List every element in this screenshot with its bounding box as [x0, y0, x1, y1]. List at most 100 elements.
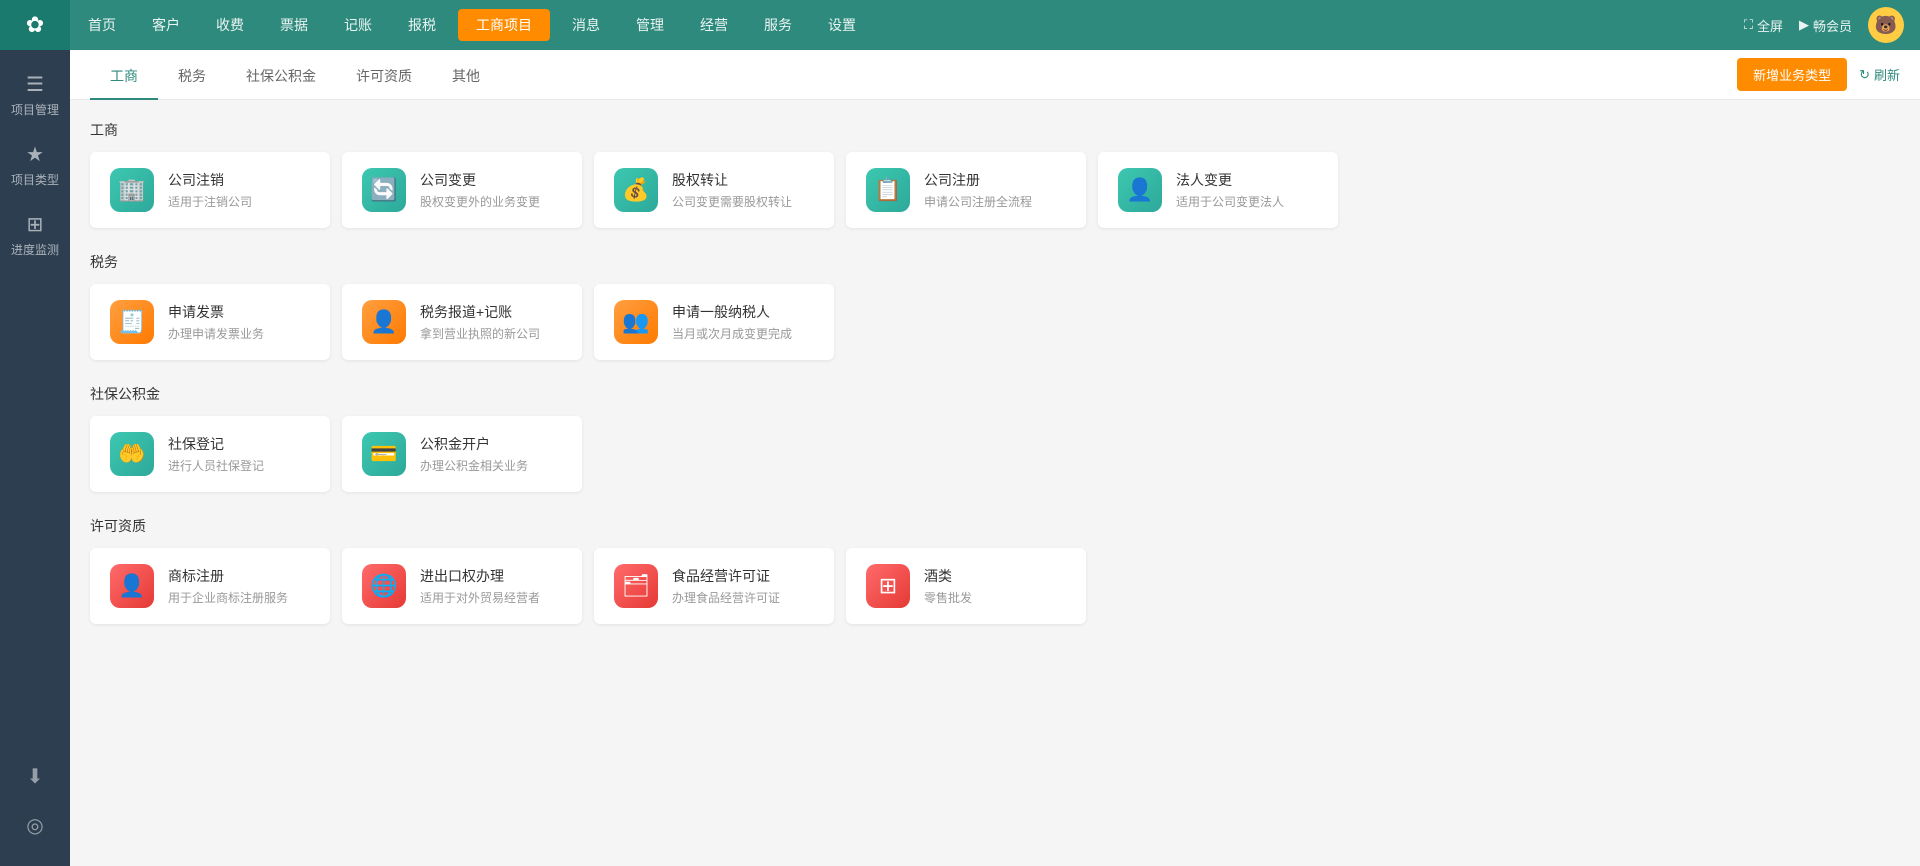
nav-item-3[interactable]: 票据 [262, 0, 326, 50]
card-text-trademark: 商标注册 用于企业商标注册服务 [168, 566, 288, 606]
card-icon-fund-account: 💳 [362, 432, 406, 476]
sidebar-item-progress[interactable]: ⊞ 进度监测 [0, 200, 70, 270]
settings-circle-icon[interactable]: ◎ [18, 805, 51, 846]
tab-xuke[interactable]: 许可资质 [336, 54, 432, 100]
nav-item-9[interactable]: 经营 [682, 0, 746, 50]
fullscreen-icon: ⛶ [1744, 17, 1753, 33]
card-text-food-license: 食品经营许可证 办理食品经营许可证 [672, 566, 780, 606]
refresh-button[interactable]: ↻ 刷新 [1859, 65, 1900, 84]
nav-item-2[interactable]: 收费 [198, 0, 262, 50]
card-desc-equity-transfer: 公司变更需要股权转让 [672, 193, 792, 210]
card-title-social-insurance: 社保登记 [168, 434, 264, 454]
card-icon-general-taxpayer: 👥 [614, 300, 658, 344]
download-icon[interactable]: ⬇ [19, 756, 52, 797]
section-shuiwu: 税务 🧾 申请发票 办理申请发票业务 👤 税务报道+记账 拿到营业执照的新 [90, 252, 1900, 360]
refresh-label: 刷新 [1874, 65, 1900, 84]
card-desc-invoice-apply: 办理申请发票业务 [168, 325, 264, 342]
card-text-general-taxpayer: 申请一般纳税人 当月或次月成变更完成 [672, 302, 792, 342]
logo[interactable]: ✿ [0, 0, 70, 50]
tab-shuiwu[interactable]: 税务 [158, 54, 226, 100]
fullscreen-button[interactable]: ⛶ 全屏 [1744, 16, 1783, 35]
card-icon-invoice-apply: 🧾 [110, 300, 154, 344]
progress-icon: ⊞ [27, 212, 44, 237]
card-title-invoice-apply: 申请发票 [168, 302, 264, 322]
card-equity-transfer[interactable]: 💰 股权转让 公司变更需要股权转让 [594, 152, 834, 228]
card-text-alcohol: 酒类 零售批发 [924, 566, 972, 606]
card-desc-company-register: 申请公司注册全流程 [924, 193, 1032, 210]
nav-item-0[interactable]: 首页 [70, 0, 134, 50]
card-alcohol[interactable]: ⊞ 酒类 零售批发 [846, 548, 1086, 624]
sidebar-item-project-manage[interactable]: ☰ 项目管理 [0, 60, 70, 130]
card-fund-account[interactable]: 💳 公积金开户 办理公积金相关业务 [342, 416, 582, 492]
tab-other[interactable]: 其他 [432, 54, 500, 100]
cards-grid-shuiwu: 🧾 申请发票 办理申请发票业务 👤 税务报道+记账 拿到营业执照的新公司 [90, 284, 1900, 360]
card-title-import-export: 进出口权办理 [420, 566, 540, 586]
tab-shebao[interactable]: 社保公积金 [226, 54, 336, 100]
card-desc-alcohol: 零售批发 [924, 589, 972, 606]
tab-gongshang[interactable]: 工商 [90, 54, 158, 100]
card-trademark[interactable]: 👤 商标注册 用于企业商标注册服务 [90, 548, 330, 624]
card-title-alcohol: 酒类 [924, 566, 972, 586]
card-desc-company-change: 股权变更外的业务变更 [420, 193, 540, 210]
card-desc-fund-account: 办理公积金相关业务 [420, 457, 528, 474]
user-avatar[interactable]: 🐻 [1868, 7, 1904, 43]
card-import-export[interactable]: 🌐 进出口权办理 适用于对外贸易经营者 [342, 548, 582, 624]
card-legal-change[interactable]: 👤 法人变更 适用于公司变更法人 [1098, 152, 1338, 228]
card-desc-trademark: 用于企业商标注册服务 [168, 589, 288, 606]
card-invoice-apply[interactable]: 🧾 申请发票 办理申请发票业务 [90, 284, 330, 360]
sidebar: ☰ 项目管理 ★ 项目类型 ⊞ 进度监测 ⬇ ◎ [0, 50, 70, 866]
sidebar-label-project-manage: 项目管理 [11, 101, 59, 118]
nav-item-5[interactable]: 报税 [390, 0, 454, 50]
card-title-company-cancel: 公司注销 [168, 170, 252, 190]
sidebar-bottom: ⬇ ◎ [0, 756, 70, 866]
card-tax-bookkeeping[interactable]: 👤 税务报道+记账 拿到营业执照的新公司 [342, 284, 582, 360]
card-general-taxpayer[interactable]: 👥 申请一般纳税人 当月或次月成变更完成 [594, 284, 834, 360]
card-text-company-cancel: 公司注销 适用于注销公司 [168, 170, 252, 210]
cards-grid-gongshang: 🏢 公司注销 适用于注销公司 🔄 公司变更 股权变更外的业务变更 [90, 152, 1900, 228]
add-type-button[interactable]: 新增业务类型 [1737, 58, 1847, 91]
section-xuke: 许可资质 👤 商标注册 用于企业商标注册服务 🌐 进出口权办理 适用于对外 [90, 516, 1900, 624]
main-layout: ☰ 项目管理 ★ 项目类型 ⊞ 进度监测 ⬇ ◎ 工商 税务 社保公积金 许可资… [0, 50, 1920, 866]
sidebar-item-project-type[interactable]: ★ 项目类型 [0, 130, 70, 200]
project-manage-icon: ☰ [26, 72, 44, 97]
card-desc-social-insurance: 进行人员社保登记 [168, 457, 264, 474]
fullscreen-label: 全屏 [1757, 16, 1783, 35]
content-scroll[interactable]: 工商 🏢 公司注销 适用于注销公司 🔄 公司变更 股权变更外的业务变更 [70, 100, 1920, 866]
card-desc-company-cancel: 适用于注销公司 [168, 193, 252, 210]
vip-button[interactable]: ▶ 畅会员 [1799, 16, 1852, 35]
nav-item-1[interactable]: 客户 [134, 0, 198, 50]
card-desc-tax-bookkeeping: 拿到营业执照的新公司 [420, 325, 540, 342]
card-title-trademark: 商标注册 [168, 566, 288, 586]
refresh-icon: ↻ [1859, 67, 1870, 83]
card-text-tax-bookkeeping: 税务报道+记账 拿到营业执照的新公司 [420, 302, 540, 342]
tab-actions: 新增业务类型 ↻ 刷新 [1737, 58, 1900, 99]
card-icon-social-insurance: 🤲 [110, 432, 154, 476]
card-company-change[interactable]: 🔄 公司变更 股权变更外的业务变更 [342, 152, 582, 228]
card-food-license[interactable]: 🗂 食品经营许可证 办理食品经营许可证 [594, 548, 834, 624]
card-company-cancel[interactable]: 🏢 公司注销 适用于注销公司 [90, 152, 330, 228]
content-area: 工商 税务 社保公积金 许可资质 其他 新增业务类型 ↻ 刷新 工商 🏢 [70, 50, 1920, 866]
nav-items: 首页客户收费票据记账报税工商项目消息管理经营服务设置 [70, 0, 1744, 50]
nav-item-7[interactable]: 消息 [554, 0, 618, 50]
card-title-company-change: 公司变更 [420, 170, 540, 190]
nav-item-8[interactable]: 管理 [618, 0, 682, 50]
card-social-insurance[interactable]: 🤲 社保登记 进行人员社保登记 [90, 416, 330, 492]
tab-bar: 工商 税务 社保公积金 许可资质 其他 新增业务类型 ↻ 刷新 [70, 50, 1920, 100]
cards-grid-shebao: 🤲 社保登记 进行人员社保登记 💳 公积金开户 办理公积金相关业务 [90, 416, 1900, 492]
card-title-general-taxpayer: 申请一般纳税人 [672, 302, 792, 322]
section-title-shuiwu: 税务 [90, 252, 1900, 272]
card-icon-trademark: 👤 [110, 564, 154, 608]
project-type-icon: ★ [26, 142, 44, 167]
nav-item-10[interactable]: 服务 [746, 0, 810, 50]
card-title-legal-change: 法人变更 [1176, 170, 1284, 190]
nav-item-4[interactable]: 记账 [326, 0, 390, 50]
nav-right: ⛶ 全屏 ▶ 畅会员 🐻 [1744, 7, 1920, 43]
card-icon-import-export: 🌐 [362, 564, 406, 608]
card-company-register[interactable]: 📋 公司注册 申请公司注册全流程 [846, 152, 1086, 228]
section-title-gongshang: 工商 [90, 120, 1900, 140]
card-title-tax-bookkeeping: 税务报道+记账 [420, 302, 540, 322]
vip-label: 畅会员 [1813, 16, 1852, 35]
nav-item-11[interactable]: 设置 [810, 0, 874, 50]
nav-item-6[interactable]: 工商项目 [458, 9, 550, 41]
card-icon-company-register: 📋 [866, 168, 910, 212]
